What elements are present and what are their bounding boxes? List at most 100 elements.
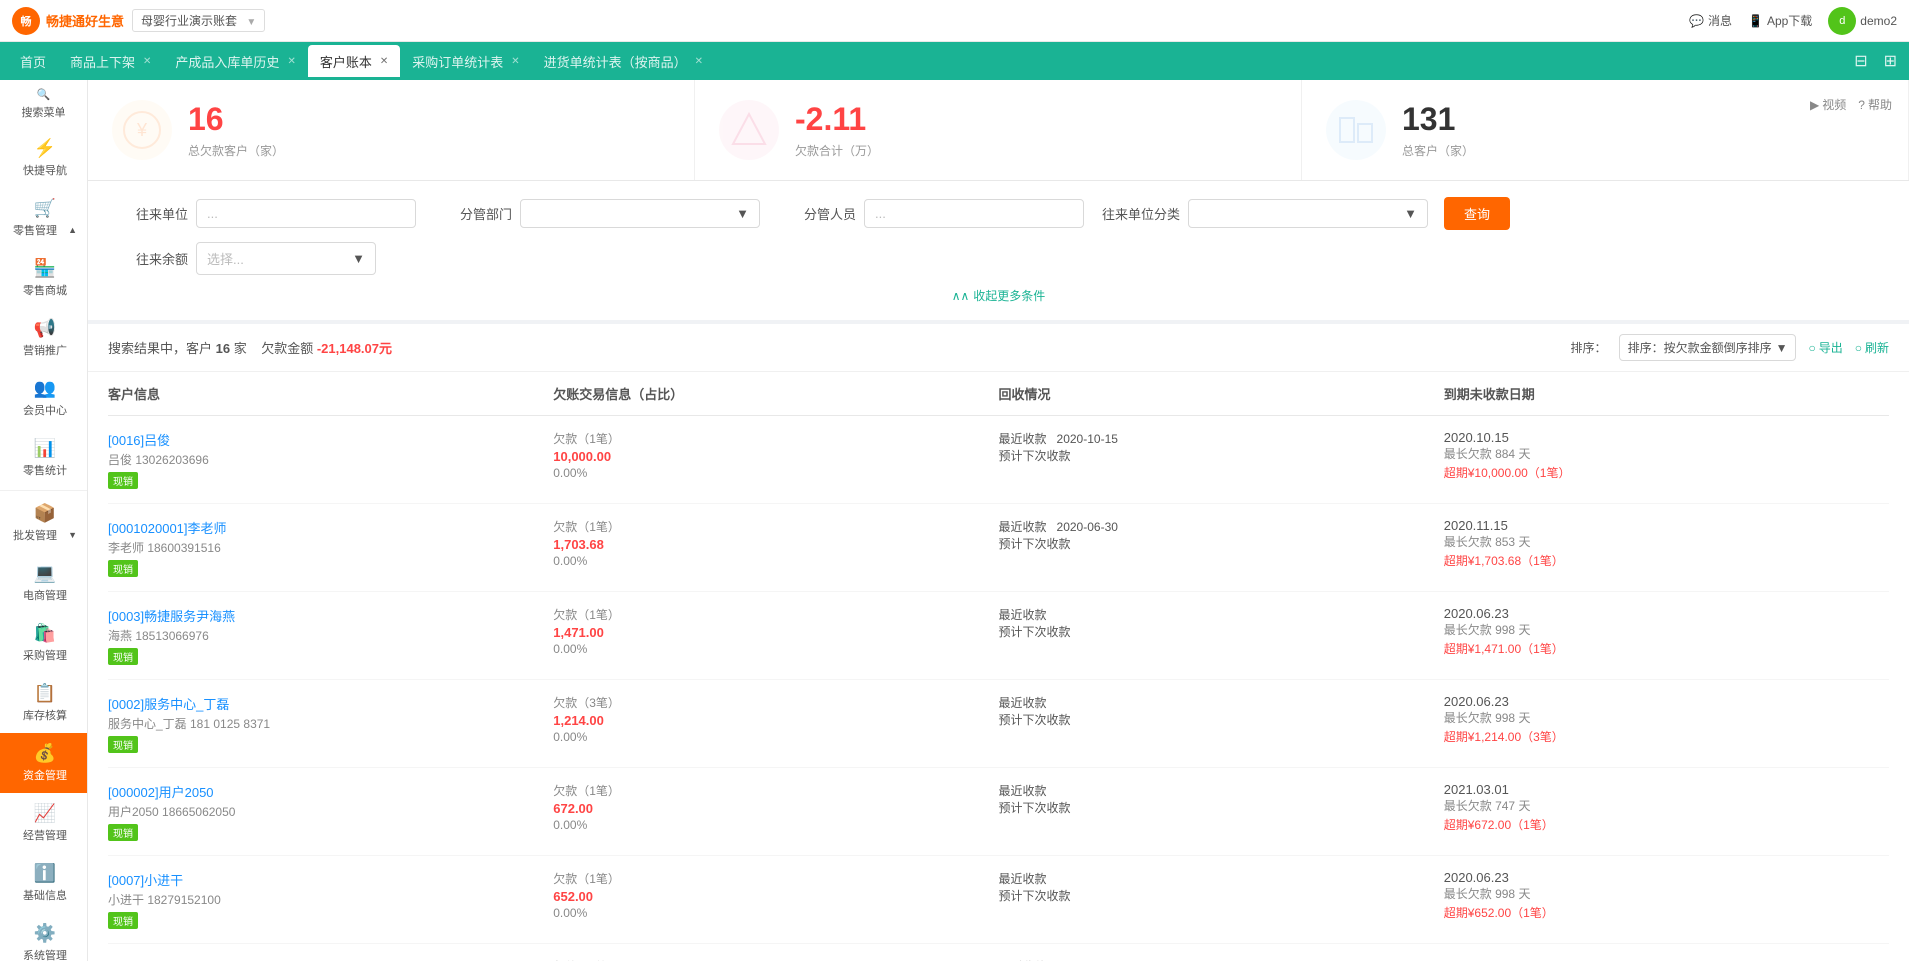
balance-label: 往来余额: [108, 249, 188, 268]
customer-tag: 现销: [108, 824, 138, 841]
debt-amount: 672.00: [553, 801, 998, 816]
filter-row-2: 往来余额 选择... ▼: [108, 242, 1889, 275]
main-layout: 🔍 搜索菜单 ⚡ 快捷导航 🛒 零售管理 ▲ 🏪 零售商城 📢 营销推广 👥 会…: [0, 80, 1909, 961]
sidebar-item-basic-info[interactable]: ℹ️ 基础信息: [0, 853, 87, 913]
unit-category-select[interactable]: ▼: [1188, 199, 1428, 228]
help-helper-btn[interactable]: ? 帮助: [1858, 96, 1892, 113]
overdue-link[interactable]: 超期¥10,000.00（1笔）: [1444, 464, 1889, 481]
export-button[interactable]: ○ 导出: [1808, 339, 1842, 356]
overdue-days: 最长欠款 853 天: [1444, 533, 1889, 550]
tab-bar: 首页 商品上下架 ✕ 产成品入库单历史 ✕ 客户账本 ✕ 采购订单统计表 ✕ 进…: [0, 42, 1909, 80]
sidebar-item-finance[interactable]: 💰 资金管理: [0, 733, 87, 793]
retail-mgmt-icon: 🛒: [34, 198, 56, 219]
overdue-link[interactable]: 超期¥672.00（1笔）: [1444, 816, 1889, 833]
sidebar-item-retail-mgmt[interactable]: 🛒 零售管理 ▲: [0, 188, 87, 248]
customer-info-cell: [0001020001]李老师 李老师 18600391516 现销: [108, 518, 553, 577]
query-button[interactable]: 查询: [1444, 197, 1510, 230]
overdue-link[interactable]: 超期¥652.00（1笔）: [1444, 904, 1889, 921]
company-selector[interactable]: 母婴行业演示账套 ▼: [132, 9, 265, 32]
sidebar-item-ecommerce[interactable]: 💻 电商管理: [0, 553, 87, 613]
unit-category-label: 往来单位分类: [1100, 204, 1180, 223]
collect-status-cell: 最近收款 2020-10-15 预计下次收款: [999, 430, 1444, 464]
collapse-button[interactable]: ∧∧ 收起更多条件: [952, 287, 1046, 304]
table-row: [0002]服务中心_丁磊 服务中心_丁磊 181 0125 8371 现销 欠…: [108, 680, 1889, 768]
tab-close-customer-account[interactable]: ✕: [380, 56, 388, 67]
filter-unit-category: 往来单位分类 ▼: [1100, 199, 1428, 228]
source-unit-input[interactable]: ...: [196, 199, 416, 228]
overdue-link[interactable]: 超期¥1,703.68（1笔）: [1444, 552, 1889, 569]
dept-label: 分管部门: [432, 204, 512, 223]
debt-pct: 0.00%: [553, 466, 998, 480]
tab-close-purchase-order[interactable]: ✕: [511, 56, 519, 67]
tab-production-history[interactable]: 产成品入库单历史 ✕: [163, 45, 307, 77]
sort-selector[interactable]: 排序：按欠款金额倒序排序 ▼: [1619, 334, 1797, 361]
tab-customer-account[interactable]: 客户账本 ✕: [308, 45, 400, 77]
customer-phone: 海燕 18513066976: [108, 627, 553, 644]
debt-amount-value: -2.11: [795, 101, 879, 138]
sidebar-item-retail-stats[interactable]: 📊 零售统计: [0, 428, 87, 488]
tab-expand-btn[interactable]: ⊞: [1880, 51, 1901, 71]
sidebar-item-search[interactable]: 🔍 搜索菜单: [0, 80, 87, 128]
table-header: 客户信息 欠账交易信息（占比） 回收情况 到期未收款日期: [108, 372, 1889, 416]
due-date-cell: 2020.06.23 最长欠款 998 天 超期¥1,471.00（1笔）: [1444, 606, 1889, 657]
stat-card-total-customers: 131 总客户（家） ▶ 视频 ? 帮助: [1302, 80, 1909, 180]
sidebar-item-inventory[interactable]: 📋 库存核算: [0, 673, 87, 733]
marketing-icon: 📢: [34, 318, 56, 339]
person-input[interactable]: ...: [864, 199, 1084, 228]
sys-mgmt-icon: ⚙️: [34, 923, 56, 944]
brand-name: 畅捷通好生意: [46, 11, 124, 30]
balance-select[interactable]: 选择... ▼: [196, 242, 376, 275]
due-date: 2020.11.15: [1444, 518, 1889, 533]
tab-close-product-off[interactable]: ✕: [143, 56, 151, 67]
debt-amount-label: 欠款合计（万）: [795, 142, 879, 159]
dept-select[interactable]: ▼: [520, 199, 760, 228]
refresh-button[interactable]: ○ 刷新: [1855, 339, 1889, 356]
sidebar-item-quick-nav[interactable]: ⚡ 快捷导航: [0, 128, 87, 188]
col-debt-info: 欠账交易信息（占比）: [553, 384, 998, 403]
app-download-btn[interactable]: 📱 App下载: [1748, 12, 1812, 29]
retail-stats-icon: 📊: [34, 438, 56, 459]
tab-product-off[interactable]: 商品上下架 ✕: [58, 45, 163, 77]
help-icon: ?: [1858, 98, 1865, 112]
sidebar-item-ops-mgmt[interactable]: 📈 经营管理: [0, 793, 87, 853]
debt-customers-icon: ¥: [112, 100, 172, 160]
customer-name-link[interactable]: [0007]小进干: [108, 870, 553, 889]
total-customers-icon: [1326, 100, 1386, 160]
debt-info-cell: 欠款（1笔） 672.00 0.00%: [553, 782, 998, 832]
tab-purchase-stats[interactable]: 进货单统计表（按商品） ✕: [532, 45, 715, 77]
tab-home[interactable]: 首页: [8, 45, 58, 77]
overdue-link[interactable]: 超期¥1,214.00（3笔）: [1444, 728, 1889, 745]
table-row: [0007]小进干 小进干 18279152100 现销 欠款（1笔） 652.…: [108, 856, 1889, 944]
overdue-link[interactable]: 超期¥1,471.00（1笔）: [1444, 640, 1889, 657]
user-menu[interactable]: d demo2: [1828, 7, 1897, 35]
tab-close-purchase-stats[interactable]: ✕: [695, 56, 703, 67]
message-btn[interactable]: 💬 消息: [1689, 12, 1732, 29]
customer-name-link[interactable]: [0003]畅捷服务尹海燕: [108, 606, 553, 625]
debt-amount: 10,000.00: [553, 449, 998, 464]
sidebar-item-purchase-mgmt[interactable]: 🛍️ 采购管理: [0, 613, 87, 673]
sidebar-item-sys-mgmt[interactable]: ⚙️ 系统管理: [0, 913, 87, 961]
customer-name-link[interactable]: [0002]服务中心_丁磊: [108, 694, 553, 713]
tab-minimize-btn[interactable]: ⊟: [1850, 51, 1871, 71]
sidebar-item-member-center[interactable]: 👥 会员中心: [0, 368, 87, 428]
sidebar-item-batch-mgmt[interactable]: 📦 批发管理 ▼: [0, 493, 87, 553]
table-row: [000002]用户2050 用户2050 18665062050 现销 欠款（…: [108, 768, 1889, 856]
tab-close-production-history[interactable]: ✕: [287, 56, 295, 67]
customer-name-link[interactable]: [0001020001]李老师: [108, 518, 553, 537]
debt-amount: 1,214.00: [553, 713, 998, 728]
filter-source-unit: 往来单位 ...: [108, 199, 416, 228]
customer-info-cell: [0007]小进干 小进干 18279152100 现销: [108, 870, 553, 929]
sort-chevron-icon: ▼: [1776, 341, 1788, 355]
debt-amount: 652.00: [553, 889, 998, 904]
tab-purchase-order[interactable]: 采购订单统计表 ✕: [400, 45, 531, 77]
collect-status-cell: 最近收款 预计下次收款: [999, 782, 1444, 816]
customer-phone: 用户2050 18665062050: [108, 803, 553, 820]
customer-name-link[interactable]: [000002]用户2050: [108, 782, 553, 801]
video-helper-btn[interactable]: ▶ 视频: [1810, 96, 1846, 113]
sidebar-item-retail-mall[interactable]: 🏪 零售商城: [0, 248, 87, 308]
summary-right: 排序： 排序：按欠款金额倒序排序 ▼ ○ 导出 ○ 刷新: [1571, 334, 1889, 361]
customer-tag: 现销: [108, 736, 138, 753]
customer-name-link[interactable]: [0016]吕俊: [108, 430, 553, 449]
sidebar-item-marketing[interactable]: 📢 营销推广: [0, 308, 87, 368]
debt-pct: 0.00%: [553, 818, 998, 832]
